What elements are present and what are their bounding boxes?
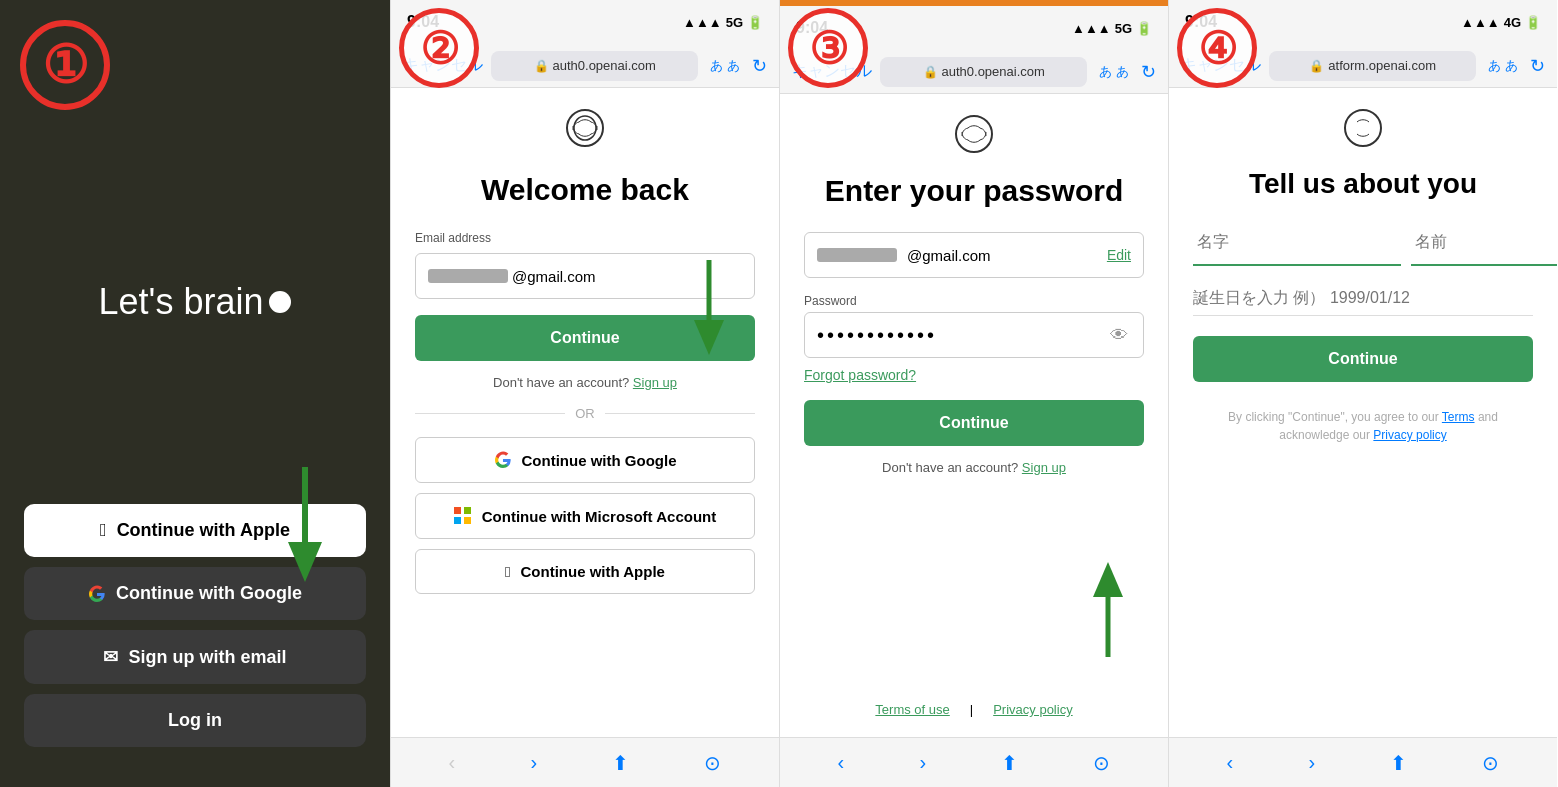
refresh-button-2[interactable]: ↻ xyxy=(752,55,767,77)
step-1-badge: ① xyxy=(20,20,110,110)
step-3-badge: ③ xyxy=(788,8,868,88)
fwd-btn-2[interactable]: › xyxy=(530,751,537,774)
panel4-content: Tell us about you Continue By clicking "… xyxy=(1169,88,1557,737)
brand-center: Let's brain xyxy=(99,40,292,504)
signup-link-3[interactable]: Sign up xyxy=(1022,460,1066,475)
share-btn-4[interactable]: ⬆ xyxy=(1390,751,1407,775)
signal-icon: ▲▲▲ xyxy=(683,15,722,30)
signal-icon-3: ▲▲▲ xyxy=(1072,21,1111,36)
url-bar-2[interactable]: 🔒 auth0.openai.com xyxy=(491,51,698,81)
lastname-field-4[interactable] xyxy=(1193,220,1401,266)
no-account-text-2: Don't have an account? Sign up xyxy=(493,375,677,390)
firstname-field-4[interactable] xyxy=(1411,220,1557,266)
email-blur xyxy=(428,269,508,283)
openai-logo-3 xyxy=(954,114,994,162)
signal-icon-4: ▲▲▲ xyxy=(1461,15,1500,30)
svg-point-7 xyxy=(956,116,992,152)
brand-name: Let's brain xyxy=(99,281,292,323)
forgot-pw-link-3[interactable]: Forgot password? xyxy=(804,367,916,383)
terms-footer-4: By clicking "Continue", you agree to our… xyxy=(1193,408,1533,444)
terms-link-3[interactable]: Terms of use xyxy=(875,702,949,717)
google-social-btn-2[interactable]: Continue with Google xyxy=(415,437,755,483)
email-field-wrapper-2: @gmail.com xyxy=(415,253,755,299)
bookmark-btn-2[interactable]: ⊙ xyxy=(704,751,721,775)
lock-icon: 🔒 xyxy=(534,59,549,73)
bookmark-btn-4[interactable]: ⊙ xyxy=(1482,751,1499,775)
apple-icon:  xyxy=(100,520,107,541)
fwd-btn-3[interactable]: › xyxy=(919,751,926,774)
password-input-3[interactable]: •••••••••••• 👁 xyxy=(804,312,1144,358)
panel-4: ④ 9:04 ▲▲▲ 4G 🔋 キャンセル 🔒 atform.openai.co… xyxy=(1168,0,1557,787)
google-button-p1[interactable]: Continue with Google xyxy=(24,567,366,620)
signup-link-2[interactable]: Sign up xyxy=(633,375,677,390)
step-4-badge: ④ xyxy=(1177,8,1257,88)
svg-point-8 xyxy=(1345,110,1381,146)
battery-icon: 🔋 xyxy=(747,15,763,30)
google-icon xyxy=(88,585,106,603)
email-label-2: Email address xyxy=(415,231,755,245)
email-row-3: @gmail.com Edit xyxy=(804,232,1144,278)
browser-bottom-3: ‹ › ⬆ ⊙ xyxy=(780,737,1168,787)
no-account-text-3: Don't have an account? Sign up xyxy=(882,460,1066,475)
apple-social-btn-2[interactable]:  Continue with Apple xyxy=(415,549,755,594)
openai-logo-2 xyxy=(565,108,605,157)
continue-button-4[interactable]: Continue xyxy=(1193,336,1533,382)
google-icon-2 xyxy=(494,451,512,469)
privacy-link-4[interactable]: Privacy policy xyxy=(1373,428,1446,442)
password-title: Enter your password xyxy=(825,174,1123,208)
privacy-link-3[interactable]: Privacy policy xyxy=(993,702,1072,717)
panel-2: ② 9:04 ▲▲▲ 5G 🔋 キャンセル 🔒 auth0.openai.com… xyxy=(390,0,779,787)
terms-row-3: Terms of use | Privacy policy xyxy=(875,682,1072,717)
tell-us-title-4: Tell us about you xyxy=(1249,168,1477,200)
login-button-p1[interactable]: Log in xyxy=(24,694,366,747)
share-btn-3[interactable]: ⬆ xyxy=(1001,751,1018,775)
microsoft-social-btn-2[interactable]: Continue with Microsoft Account xyxy=(415,493,755,539)
name-row-4 xyxy=(1193,220,1533,266)
openai-logo-4 xyxy=(1343,108,1383,156)
welcome-title: Welcome back xyxy=(481,173,689,207)
back-btn-2[interactable]: ‹ xyxy=(449,751,456,774)
email-button-p1[interactable]: ✉ Sign up with email xyxy=(24,630,366,684)
panel-1: ① Let's brain  Continue with Apple Cont… xyxy=(0,0,390,787)
panel-3: ③ 9:04 ▲▲▲ 5G 🔋 キャンセル 🔒 auth0.openai.com… xyxy=(779,0,1168,787)
panel1-button-group:  Continue with Apple Continue with Goog… xyxy=(24,504,366,747)
birthday-field-4[interactable] xyxy=(1193,280,1533,316)
lock-icon-4: 🔒 xyxy=(1309,59,1324,73)
password-field-3: Password •••••••••••• 👁 xyxy=(804,294,1144,358)
step-2-badge: ② xyxy=(399,8,479,88)
panel2-content: Welcome back Email address @gmail.com Co… xyxy=(391,88,779,737)
back-btn-3[interactable]: ‹ xyxy=(838,751,845,774)
share-btn-2[interactable]: ⬆ xyxy=(612,751,629,775)
battery-icon-4: 🔋 xyxy=(1525,15,1541,30)
browser-bottom-4: ‹ › ⬆ ⊙ xyxy=(1169,737,1557,787)
microsoft-icon xyxy=(454,507,472,525)
url-bar-3[interactable]: 🔒 auth0.openai.com xyxy=(880,57,1087,87)
terms-link-4[interactable]: Terms xyxy=(1442,410,1475,424)
continue-button-2[interactable]: Continue xyxy=(415,315,755,361)
or-divider-2: OR xyxy=(415,406,755,421)
eye-icon-3[interactable]: 👁 xyxy=(1110,325,1131,346)
edit-link-3[interactable]: Edit xyxy=(1107,247,1131,263)
back-btn-4[interactable]: ‹ xyxy=(1227,751,1234,774)
bookmark-btn-3[interactable]: ⊙ xyxy=(1093,751,1110,775)
battery-icon-3: 🔋 xyxy=(1136,21,1152,36)
email-input-2[interactable]: @gmail.com xyxy=(415,253,755,299)
apple-icon-2:  xyxy=(505,563,510,580)
apple-button-p1[interactable]:  Continue with Apple xyxy=(24,504,366,557)
email-icon: ✉ xyxy=(103,646,118,668)
refresh-button-4[interactable]: ↻ xyxy=(1530,55,1545,77)
refresh-button-3[interactable]: ↻ xyxy=(1141,61,1156,83)
email-blur-3 xyxy=(817,248,897,262)
lock-icon-3: 🔒 xyxy=(923,65,938,79)
browser-bottom-2: ‹ › ⬆ ⊙ xyxy=(391,737,779,787)
continue-button-3[interactable]: Continue xyxy=(804,400,1144,446)
url-bar-4[interactable]: 🔒 atform.openai.com xyxy=(1269,51,1476,81)
fwd-btn-4[interactable]: › xyxy=(1308,751,1315,774)
panel3-content: Enter your password @gmail.com Edit Pass… xyxy=(780,94,1168,737)
brand-dot xyxy=(269,291,291,313)
